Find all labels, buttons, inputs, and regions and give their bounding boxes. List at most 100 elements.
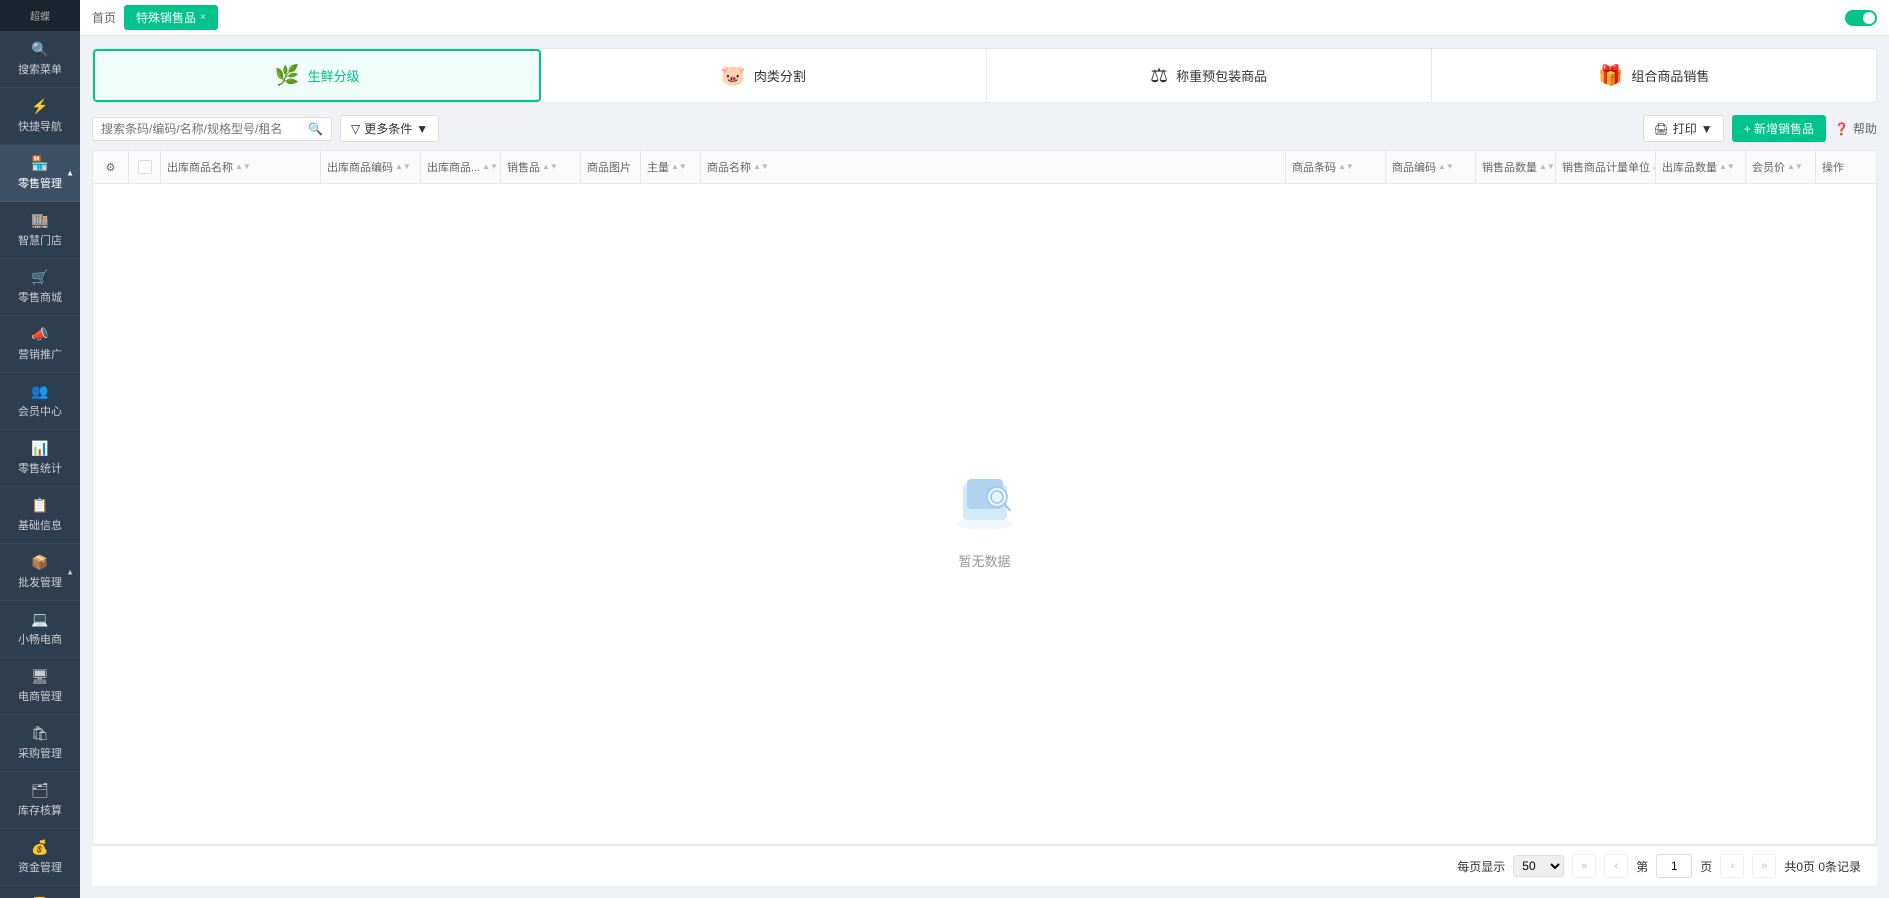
th-goods-name: 商品名称 ▲▼: [701, 151, 1286, 183]
th-img: 商品图片: [581, 151, 641, 183]
sort-icon[interactable]: ▲▼: [1719, 163, 1735, 171]
sidebar-icon-14: 💰: [31, 839, 48, 856]
sidebar-label-5: 营销推广: [18, 346, 62, 362]
sort-icon[interactable]: ▲▼: [1787, 163, 1803, 171]
sidebar-label-4: 零售商城: [18, 289, 62, 305]
sort-icon[interactable]: ▲▼: [1338, 163, 1354, 171]
sidebar-item-12[interactable]: 🛍 采购管理: [0, 715, 80, 772]
new-product-button[interactable]: + 新增销售品: [1732, 115, 1826, 142]
sidebar-item-7[interactable]: 📊零售统计: [0, 430, 80, 487]
sidebar-icon-12: 🛍: [31, 725, 49, 742]
sort-icon[interactable]: ▲▼: [753, 163, 769, 171]
th-out-name-label: 出库商品名称: [167, 159, 233, 175]
total-label: 共0页 0条记录: [1784, 858, 1861, 875]
sidebar-icon-5: 📣: [31, 326, 48, 343]
page-suffix: 页: [1700, 858, 1712, 875]
sort-icon[interactable]: ▲▼: [542, 163, 558, 171]
cat-icon-fresh: 🌿: [275, 63, 300, 88]
cat-icon-combo: 🎁: [1598, 63, 1623, 88]
th-barcode-label: 商品条码: [1292, 159, 1336, 175]
th-out-qty-label: 出库品数量: [1662, 159, 1717, 175]
sidebar-item-3[interactable]: 🏬 智慧门店: [0, 202, 80, 259]
cat-label-meat: 肉类分割: [754, 66, 806, 85]
sidebar-item-10[interactable]: 💻小畅电商: [0, 601, 80, 658]
print-button[interactable]: 🖨 打印 ▼: [1643, 115, 1724, 142]
sort-icon[interactable]: ▲▼: [1539, 163, 1555, 171]
prev-page-button[interactable]: ‹: [1604, 854, 1628, 878]
toolbar-left: 🔍 ▽ 更多条件 ▼: [92, 115, 439, 142]
help-label: 帮助: [1853, 120, 1877, 137]
per-page-select[interactable]: 102050100: [1513, 855, 1564, 877]
th-goods-name-label: 商品名称: [707, 159, 751, 175]
sort-icon[interactable]: ▲▼: [482, 163, 498, 171]
sidebar-item-0[interactable]: 🔍搜索菜单: [0, 31, 80, 88]
sort-icon[interactable]: ▲▼: [1438, 163, 1454, 171]
sidebar-item-4[interactable]: 🛒零售商城: [0, 259, 80, 316]
last-page-button[interactable]: »: [1752, 854, 1776, 878]
toolbar-right: 🖨 打印 ▼ + 新增销售品 ❓ 帮助: [1643, 115, 1877, 142]
sidebar-item-14[interactable]: 💰 资金管理: [0, 829, 80, 886]
sidebar-label-14: 资金管理: [18, 859, 62, 875]
sort-icon[interactable]: ▲▼: [671, 163, 687, 171]
sidebar-item-13[interactable]: 🗂库存核算: [0, 772, 80, 829]
th-out-code-label: 出库商品编码: [327, 159, 393, 175]
search-box[interactable]: 🔍: [92, 117, 332, 141]
sidebar-item-15[interactable]: 📒总账管理: [0, 886, 80, 898]
select-all-checkbox[interactable]: [138, 160, 152, 174]
filter-icon: ▽: [351, 122, 360, 136]
category-tab-weight[interactable]: ⚖称重预包装商品: [987, 49, 1432, 102]
sidebar-item-8[interactable]: 📋 基础信息: [0, 487, 80, 544]
search-icon[interactable]: 🔍: [308, 122, 323, 136]
th-out-qty: 出库品数量 ▲▼: [1656, 151, 1746, 183]
sidebar-item-1[interactable]: ⚡快捷导航: [0, 88, 80, 145]
sort-icon[interactable]: ▲▼: [235, 163, 251, 171]
sidebar-icon-13: 🗂: [31, 782, 49, 799]
toggle-button[interactable]: [1845, 10, 1877, 26]
th-gear[interactable]: ⚙: [93, 151, 129, 183]
help-button[interactable]: ❓ 帮助: [1834, 120, 1877, 137]
column-settings-icon[interactable]: ⚙: [106, 161, 116, 174]
active-tab[interactable]: 特殊销售品 ×: [124, 5, 218, 30]
cat-icon-meat: 🐷: [721, 63, 746, 88]
sidebar-item-2[interactable]: 🏪零售管理: [0, 145, 80, 202]
th-op-label: 操作: [1822, 159, 1844, 175]
print-arrow: ▼: [1701, 122, 1713, 136]
th-sale-label: 销售品: [507, 159, 540, 175]
category-tab-meat[interactable]: 🐷 肉类分割: [541, 49, 986, 102]
filter-button[interactable]: ▽ 更多条件 ▼: [340, 115, 439, 142]
category-tab-combo[interactable]: 🎁组合商品销售: [1432, 49, 1876, 102]
filter-label: 更多条件: [364, 120, 412, 137]
th-checkbox[interactable]: [129, 151, 161, 183]
th-img-label: 商品图片: [587, 159, 631, 175]
category-tab-fresh[interactable]: 🌿生鲜分级: [93, 49, 541, 102]
search-input[interactable]: [101, 122, 308, 136]
home-tab[interactable]: 首页: [92, 9, 116, 26]
sidebar-item-6[interactable]: 👥会员中心: [0, 373, 80, 430]
sidebar-icon-0: 🔍: [31, 41, 48, 58]
page-label: 第: [1636, 858, 1648, 875]
sidebar-label-8: 基础信息: [18, 517, 62, 533]
sidebar-logo: 超蝶: [0, 0, 80, 31]
th-out-code: 出库商品编码 ▲▼: [321, 151, 421, 183]
sidebar-item-9[interactable]: 📦批发管理: [0, 544, 80, 601]
first-page-button[interactable]: «: [1572, 854, 1596, 878]
sidebar-label-11: 电商管理: [18, 688, 62, 704]
sidebar-icon-8: 📋: [31, 497, 48, 514]
sort-icon[interactable]: ▲▼: [395, 163, 411, 171]
th-weight: 主量 ▲▼: [641, 151, 701, 183]
filter-arrow: ▼: [416, 122, 428, 136]
th-unit-label: 销售商品计量单位: [1562, 159, 1650, 175]
sidebar-icon-3: 🏬: [31, 212, 48, 229]
sidebar-label-6: 会员中心: [18, 403, 62, 419]
active-tab-label: 特殊销售品: [136, 9, 196, 26]
sidebar: 超蝶 🔍搜索菜单⚡快捷导航🏪零售管理 🏬 智慧门店 🛒零售商城 📣 营销推广 👥会员中心📊零…: [0, 0, 80, 898]
sidebar-item-5[interactable]: 📣 营销推广: [0, 316, 80, 373]
next-page-button[interactable]: ›: [1720, 854, 1744, 878]
page-number-input[interactable]: [1656, 854, 1692, 878]
th-member-price: 会员价 ▲▼: [1746, 151, 1816, 183]
close-tab-icon[interactable]: ×: [200, 12, 206, 23]
sidebar-item-11[interactable]: 🖥电商管理: [0, 658, 80, 715]
sidebar-label-3: 智慧门店: [18, 232, 62, 248]
th-sale-goods: 销售品 ▲▼: [501, 151, 581, 183]
sidebar-label-12: 采购管理: [18, 745, 62, 761]
